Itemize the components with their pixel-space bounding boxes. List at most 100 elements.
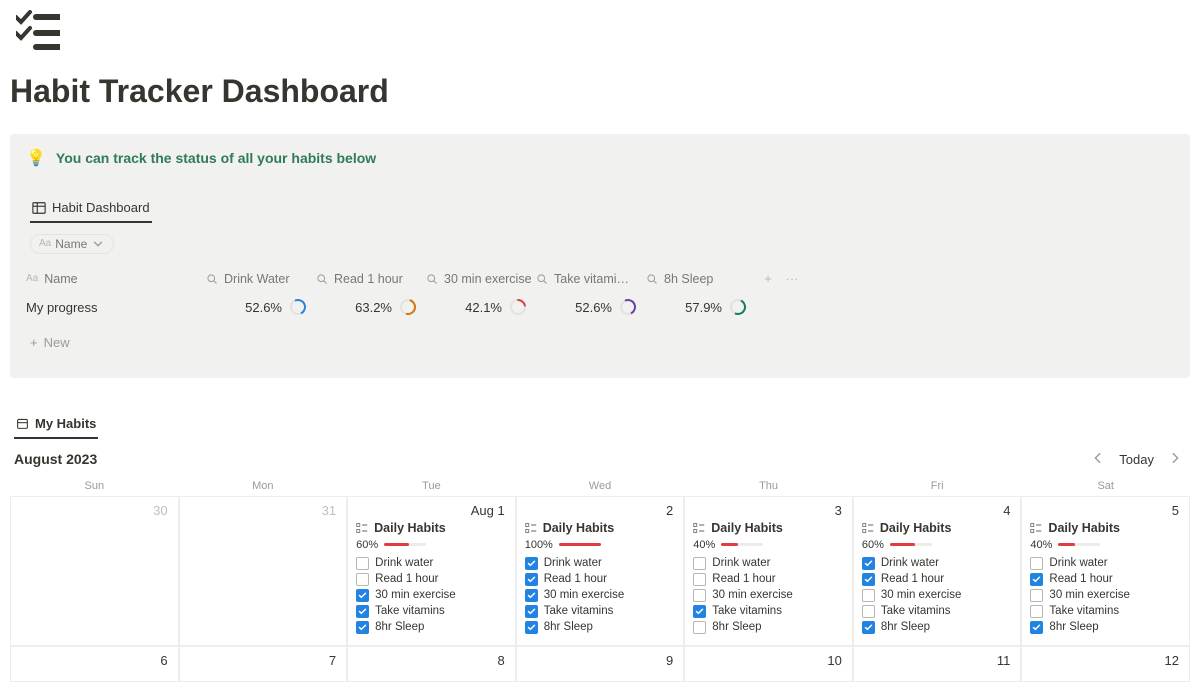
habit-label: 30 min exercise: [375, 589, 456, 601]
add-column-button[interactable]: +: [756, 271, 780, 286]
calendar-cell[interactable]: 12: [1021, 646, 1190, 682]
calendar-cell[interactable]: 2Daily Habits100%Drink waterRead 1 hour3…: [516, 496, 685, 646]
tab-habit-dashboard[interactable]: Habit Dashboard: [30, 196, 152, 223]
table-icon: [32, 201, 46, 215]
calendar-cell[interactable]: 8: [347, 646, 516, 682]
habit-checkbox[interactable]: Take vitamins: [693, 605, 844, 618]
calendar-today-button[interactable]: Today: [1119, 452, 1154, 467]
calendar-week-row: 3031Aug 1Daily Habits60%Drink waterRead …: [10, 496, 1190, 646]
col-header[interactable]: 30 min exercise: [426, 268, 536, 290]
progress-row-name[interactable]: My progress: [26, 290, 206, 325]
habit-checkbox[interactable]: Read 1 hour: [525, 573, 676, 586]
habit-checkbox[interactable]: 30 min exercise: [525, 589, 676, 602]
habit-checkbox[interactable]: 30 min exercise: [356, 589, 507, 602]
day-card-title[interactable]: Daily Habits: [525, 521, 676, 535]
habit-checkbox[interactable]: Read 1 hour: [1030, 573, 1181, 586]
rollup-icon: [646, 273, 658, 285]
habit-label: Read 1 hour: [375, 573, 438, 585]
text-type-icon: Aa: [26, 273, 38, 284]
habit-checkbox[interactable]: Drink water: [693, 557, 844, 570]
habit-label: Take vitamins: [712, 605, 782, 617]
habit-checkbox[interactable]: 30 min exercise: [862, 589, 1013, 602]
page-title: Habit Tracker Dashboard: [10, 73, 1190, 110]
day-card-title[interactable]: Daily Habits: [693, 521, 844, 535]
app-logo: [16, 10, 1190, 53]
habit-checkbox[interactable]: Take vitamins: [356, 605, 507, 618]
more-columns-button[interactable]: ···: [780, 271, 804, 286]
chevron-left-icon: [1091, 451, 1105, 465]
habit-checkbox[interactable]: Take vitamins: [1030, 605, 1181, 618]
habit-label: Drink water: [1049, 557, 1107, 569]
habit-checkbox[interactable]: Read 1 hour: [862, 573, 1013, 586]
col-header[interactable]: Drink Water: [206, 268, 316, 290]
habit-label: 8hr Sleep: [544, 621, 593, 633]
calendar-cell[interactable]: 5Daily Habits40%Drink waterRead 1 hour30…: [1021, 496, 1190, 646]
progress-cell: 63.2%: [316, 299, 426, 315]
callout-block: 💡 You can track the status of all your h…: [10, 134, 1190, 378]
day-progress: 40%: [693, 539, 844, 551]
col-header[interactable]: 8h Sleep: [646, 268, 756, 290]
habit-label: Drink water: [712, 557, 770, 569]
calendar-cell[interactable]: 11: [853, 646, 1022, 682]
calendar-next-button[interactable]: [1168, 451, 1182, 468]
rollup-icon: [426, 273, 438, 285]
progress-ring-icon: [400, 299, 416, 315]
calendar-prev-button[interactable]: [1091, 451, 1105, 468]
calendar-cell[interactable]: 9: [516, 646, 685, 682]
bulb-icon: 💡: [26, 148, 46, 168]
habit-checkbox[interactable]: 8hr Sleep: [1030, 621, 1181, 634]
calendar-cell[interactable]: Aug 1Daily Habits60%Drink waterRead 1 ho…: [347, 496, 516, 646]
habit-checkbox[interactable]: 30 min exercise: [1030, 589, 1181, 602]
habit-checkbox[interactable]: Drink water: [356, 557, 507, 570]
habit-label: Take vitamins: [375, 605, 445, 617]
col-header[interactable]: Take vitami…: [536, 268, 646, 290]
habit-label: Drink water: [375, 557, 433, 569]
date-number: 3: [835, 503, 842, 518]
calendar-cell[interactable]: 3 Daily Habits 40% Drink water Read 1 hour 30…: [684, 496, 853, 646]
habit-checkbox[interactable]: Drink water: [1030, 557, 1181, 570]
habit-label: Take vitamins: [881, 605, 951, 617]
date-number: 12: [1165, 653, 1179, 668]
filter-chip-name[interactable]: Aa Name: [30, 234, 114, 254]
calendar-cell[interactable]: 10: [684, 646, 853, 682]
habit-checkbox[interactable]: 8hr Sleep: [525, 621, 676, 634]
callout-text: You can track the status of all your hab…: [56, 150, 376, 166]
habit-checkbox[interactable]: Take vitamins: [862, 605, 1013, 618]
habit-label: Read 1 hour: [881, 573, 944, 585]
day-card-title[interactable]: Daily Habits: [356, 521, 507, 535]
date-number: 30: [153, 503, 167, 518]
checklist-icon: [862, 522, 874, 534]
habit-checkbox[interactable]: Read 1 hour: [693, 573, 844, 586]
date-number: Aug 1: [471, 503, 505, 518]
habit-checkbox[interactable]: 8hr Sleep: [693, 621, 844, 634]
habit-checkbox[interactable]: Drink water: [862, 557, 1013, 570]
rollup-icon: [206, 273, 218, 285]
day-card-title[interactable]: Daily Habits: [1030, 521, 1181, 535]
calendar-cell[interactable]: 4Daily Habits60%Drink waterRead 1 hour30…: [853, 496, 1022, 646]
checklist-icon: [356, 522, 368, 534]
date-number: 7: [329, 653, 336, 668]
day-progress: 40%: [1030, 539, 1181, 551]
habit-checkbox[interactable]: Read 1 hour: [356, 573, 507, 586]
habit-label: 30 min exercise: [544, 589, 625, 601]
new-row-button[interactable]: +New: [26, 329, 1174, 350]
calendar-cell[interactable]: 31: [179, 496, 348, 646]
calendar-cell[interactable]: 30: [10, 496, 179, 646]
col-header[interactable]: Read 1 hour: [316, 268, 426, 290]
habit-label: Read 1 hour: [544, 573, 607, 585]
calendar-cell[interactable]: 6: [10, 646, 179, 682]
habit-checkbox[interactable]: Take vitamins: [525, 605, 676, 618]
habit-checkbox[interactable]: Drink water: [525, 557, 676, 570]
tab-label: Habit Dashboard: [52, 200, 150, 215]
progress-cell: 57.9%: [646, 299, 756, 315]
filter-chip-label: Name: [55, 237, 87, 251]
calendar-cell[interactable]: 7: [179, 646, 348, 682]
col-name-header[interactable]: Aa Name: [26, 268, 206, 290]
habit-checkbox[interactable]: 30 min exercise: [693, 589, 844, 602]
progress-cell: 52.6%: [536, 299, 646, 315]
habit-checkbox[interactable]: 8hr Sleep: [356, 621, 507, 634]
habit-checkbox[interactable]: 8hr Sleep: [862, 621, 1013, 634]
day-card-title[interactable]: Daily Habits: [862, 521, 1013, 535]
tab-my-habits[interactable]: My Habits: [14, 412, 98, 439]
calendar-month: August 2023: [14, 451, 97, 467]
